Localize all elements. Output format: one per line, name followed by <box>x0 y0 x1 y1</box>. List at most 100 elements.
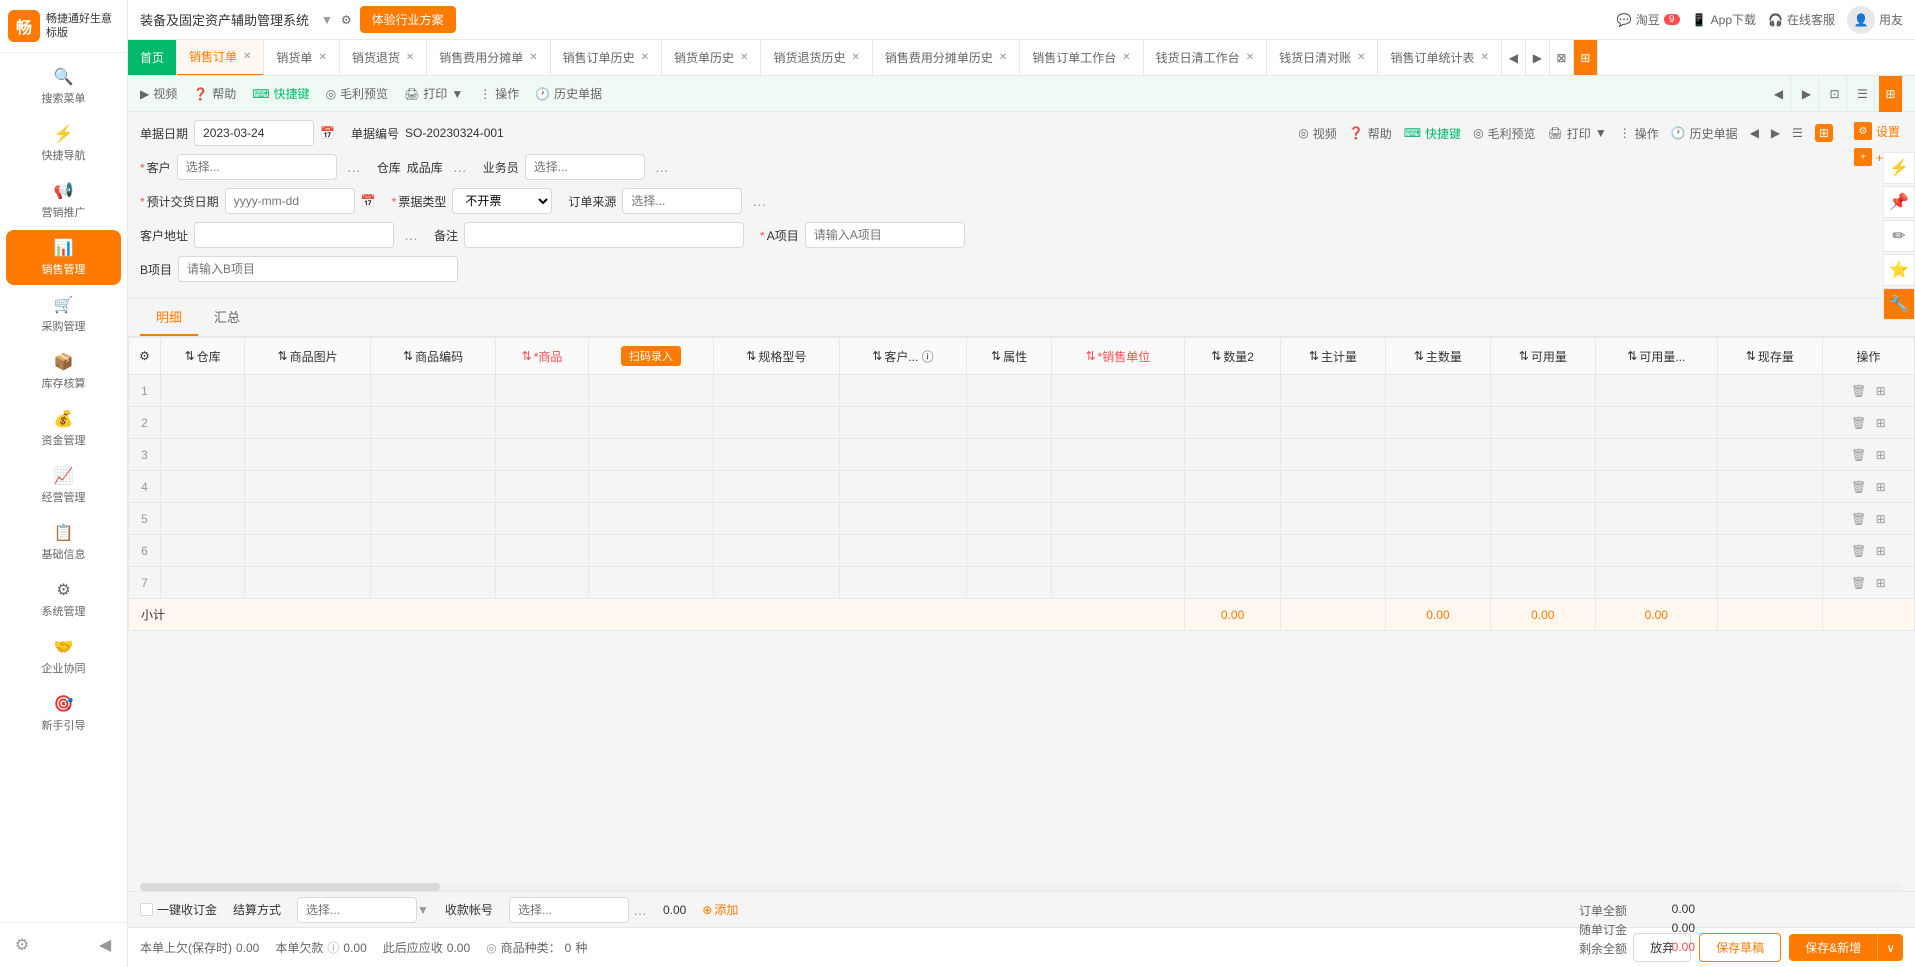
row-qty2-6[interactable] <box>1185 567 1281 599</box>
tab-11[interactable]: 钱货日清对账✕ <box>1267 40 1378 76</box>
row-mainqty-5[interactable] <box>1385 535 1490 567</box>
toolbar-hist2[interactable]: 🕐 历史单据 <box>1671 125 1738 142</box>
row-warehouse-2[interactable] <box>161 439 245 471</box>
row-custcode-2[interactable] <box>839 439 967 471</box>
row-unit-6[interactable] <box>1051 567 1185 599</box>
sidebar-item-1[interactable]: ⚡快捷导航 <box>6 116 121 171</box>
payment-input[interactable] <box>297 897 417 923</box>
row-custcode-3[interactable] <box>839 471 967 503</box>
row-code-1[interactable] <box>370 407 496 439</box>
row-warehouse-0[interactable] <box>161 375 245 407</box>
row-code-6[interactable] <box>370 567 496 599</box>
row-delete-icon-3[interactable]: 🗑 <box>1851 480 1866 494</box>
b-project-input[interactable] <box>178 256 458 282</box>
row-unit-1[interactable] <box>1051 407 1185 439</box>
toolbar-print[interactable]: 🖨 打印 ▼ <box>404 85 463 102</box>
row-spec-2[interactable] <box>714 439 840 471</box>
tab-2[interactable]: 销货单✕ <box>264 40 339 76</box>
address-input[interactable] <box>194 222 394 248</box>
tab-close-7[interactable]: ✕ <box>851 52 859 63</box>
layout-list-icon[interactable]: ☰ <box>1792 126 1803 140</box>
tab-close-9[interactable]: ✕ <box>1122 52 1130 63</box>
row-warehouse-1[interactable] <box>161 407 245 439</box>
tab-close-10[interactable]: ✕ <box>1246 52 1254 63</box>
tab-close-2[interactable]: ✕ <box>318 52 326 63</box>
tab-1[interactable]: 销售订单✕ <box>177 40 264 76</box>
row-delete-icon-6[interactable]: 🗑 <box>1851 576 1866 590</box>
industry-solution-button[interactable]: 体验行业方案 <box>360 6 456 33</box>
toolbar-help2[interactable]: ❓ 帮助 <box>1349 125 1392 142</box>
row-attr-0[interactable] <box>967 375 1051 407</box>
toolbar-history[interactable]: 🕐 历史单据 <box>535 85 602 102</box>
sidebar-item-2[interactable]: 📢营销推广 <box>6 173 121 228</box>
nav-left-icon[interactable]: ◀ <box>1750 126 1759 140</box>
th-available2[interactable]: ⇅ 可用量... <box>1595 338 1717 375</box>
row-goods-5[interactable] <box>496 535 588 567</box>
toolbar-profit[interactable]: ◎ 毛利预览 <box>326 85 389 102</box>
row-qty2-4[interactable] <box>1185 503 1281 535</box>
row-copy-icon-1[interactable]: ⊞ <box>1876 416 1886 430</box>
warehouse-ellipsis[interactable]: … <box>453 159 467 175</box>
row-qty2-3[interactable] <box>1185 471 1281 503</box>
row-custcode-0[interactable] <box>839 375 967 407</box>
row-code-2[interactable] <box>370 439 496 471</box>
online-support-item[interactable]: 🎧 在线客服 <box>1768 11 1835 28</box>
delivery-calendar-icon[interactable]: 📅 <box>361 194 376 208</box>
toolbar-help[interactable]: ❓ 帮助 <box>193 85 236 102</box>
toolbar-right-arrow[interactable]: ▶ <box>1795 76 1819 112</box>
th-goods[interactable]: ⇅ *商品 <box>496 338 588 375</box>
tab-close-4[interactable]: ✕ <box>529 52 537 63</box>
sidebar-item-6[interactable]: 💰资金管理 <box>6 401 121 456</box>
row-attr-6[interactable] <box>967 567 1051 599</box>
tab-12[interactable]: 销售订单统计表✕ <box>1378 40 1501 76</box>
save-new-arrow-button[interactable]: ∨ <box>1878 934 1903 961</box>
row-code-3[interactable] <box>370 471 496 503</box>
account-input[interactable] <box>509 897 629 923</box>
one-click-checkbox-wrap[interactable]: 一键收订金 <box>140 901 217 918</box>
th-settings[interactable]: ⚙ <box>129 338 161 375</box>
tab-0[interactable]: 首页 <box>128 40 177 76</box>
layout-grid-icon[interactable]: ⊞ <box>1815 124 1833 142</box>
row-mainqty-1[interactable] <box>1385 407 1490 439</box>
row-unit-2[interactable] <box>1051 439 1185 471</box>
delivery-date-input[interactable] <box>225 188 355 214</box>
tab-detail[interactable]: 明细 <box>140 299 198 336</box>
row-qty2-1[interactable] <box>1185 407 1281 439</box>
row-delete-icon-1[interactable]: 🗑 <box>1851 416 1866 430</box>
th-qty2[interactable]: ⇅ 数量2 <box>1185 338 1281 375</box>
row-custcode-1[interactable] <box>839 407 967 439</box>
tab-10[interactable]: 钱货日清工作台✕ <box>1144 40 1267 76</box>
sidebar-item-4[interactable]: 🛒采购管理 <box>6 287 121 342</box>
row-warehouse-4[interactable] <box>161 503 245 535</box>
calendar-icon[interactable]: 📅 <box>320 126 335 140</box>
float-btn-1[interactable]: ⚡ <box>1883 152 1915 184</box>
row-spec-6[interactable] <box>714 567 840 599</box>
row-copy-icon-4[interactable]: ⊞ <box>1876 512 1886 526</box>
date-input[interactable] <box>194 120 314 146</box>
float-btn-5[interactable]: 🔧 <box>1883 288 1915 320</box>
payment-dropdown[interactable]: ▼ <box>417 903 429 917</box>
account-ellipsis[interactable]: … <box>633 902 647 918</box>
tab-summary[interactable]: 汇总 <box>198 299 256 336</box>
sidebar-item-11[interactable]: 🎯新手引导 <box>6 686 121 741</box>
toolbar-menu[interactable]: ☰ <box>1851 76 1875 112</box>
row-spec-1[interactable] <box>714 407 840 439</box>
th-scan[interactable]: 扫码录入 <box>588 338 713 375</box>
sidebar-item-5[interactable]: 📦库存核算 <box>6 344 121 399</box>
app-download-item[interactable]: 📱 App下载 <box>1692 11 1756 28</box>
row-qty2-0[interactable] <box>1185 375 1281 407</box>
tab-nav-1[interactable]: ▶ <box>1526 40 1550 76</box>
float-btn-2[interactable]: 📌 <box>1883 186 1915 218</box>
one-click-checkbox[interactable] <box>140 903 153 916</box>
th-attr[interactable]: ⇅ 属性 <box>967 338 1051 375</box>
row-mainqty-2[interactable] <box>1385 439 1490 471</box>
row-goods-1[interactable] <box>496 407 588 439</box>
tab-7[interactable]: 销货退货历史✕ <box>761 40 872 76</box>
sidebar-item-8[interactable]: 📋基础信息 <box>6 515 121 570</box>
th-unit[interactable]: ⇅ *销售单位 <box>1051 338 1185 375</box>
sidebar-item-3[interactable]: 📊销售管理 <box>6 230 121 285</box>
row-attr-4[interactable] <box>967 503 1051 535</box>
tab-close-5[interactable]: ✕ <box>641 52 649 63</box>
message-icon-item[interactable]: 💬 淘豆 9 <box>1617 11 1680 28</box>
staff-input[interactable] <box>525 154 645 180</box>
